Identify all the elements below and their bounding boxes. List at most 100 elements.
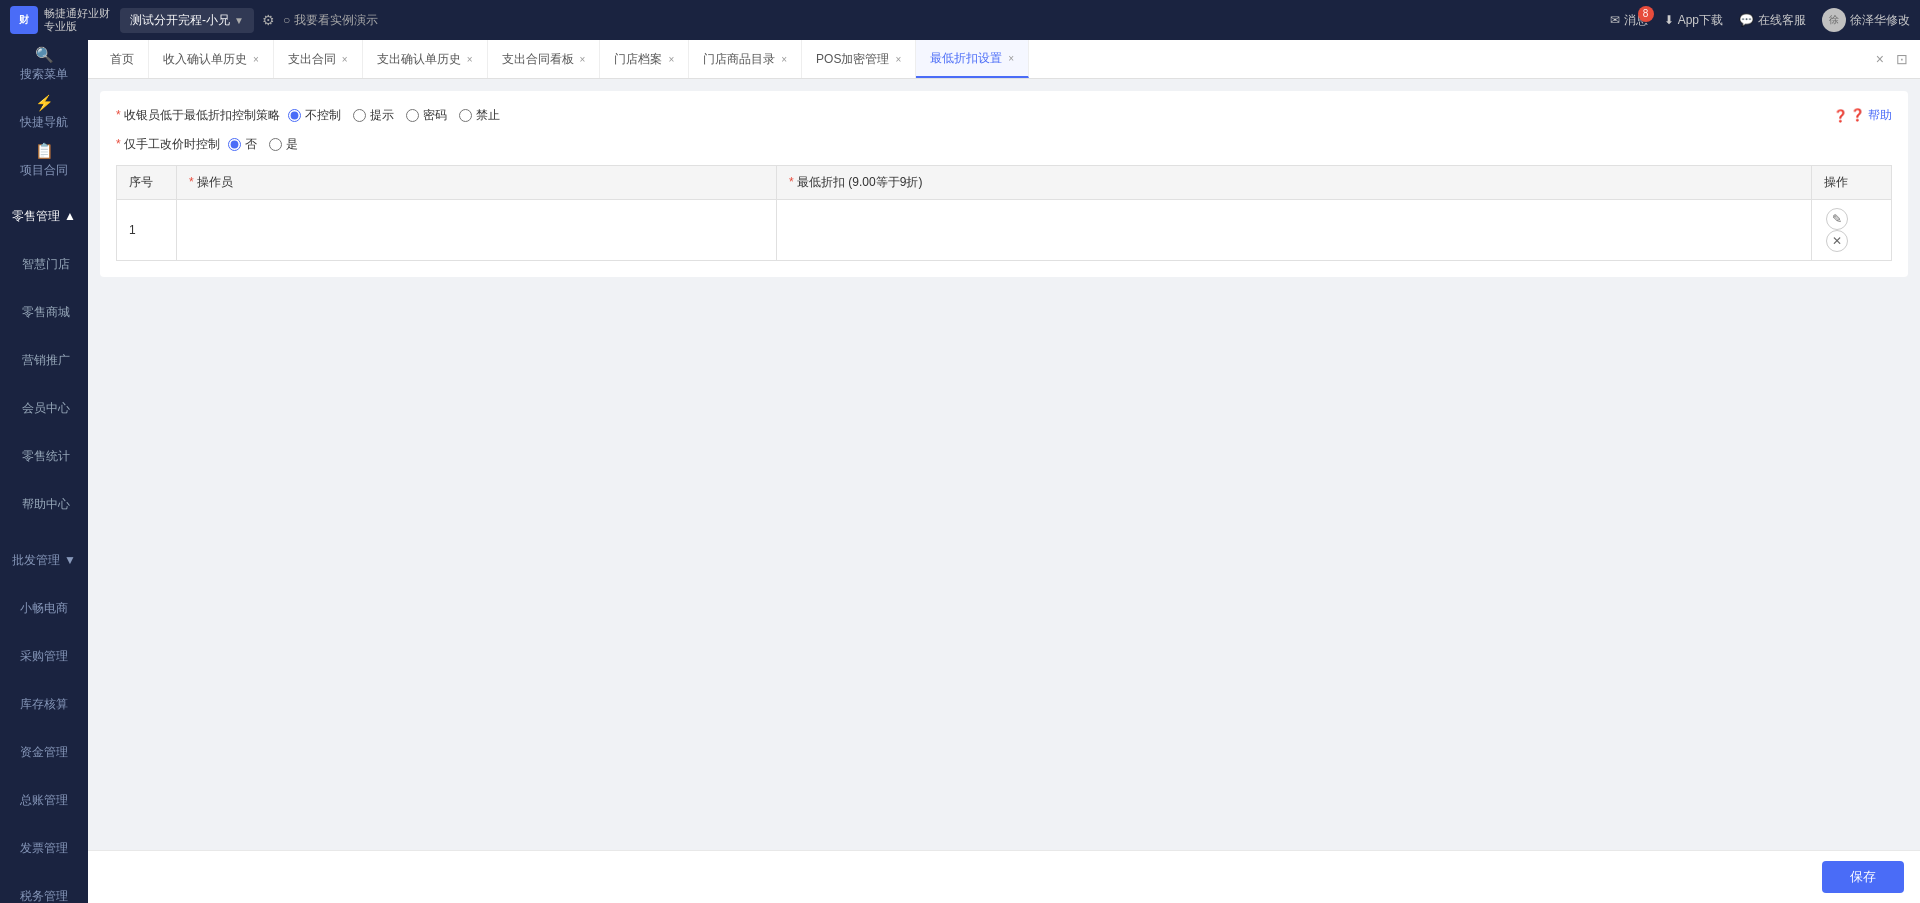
radio-hint[interactable]: 提示 xyxy=(353,107,394,124)
sidebar-item-retail[interactable]: 零售管理 ▲ xyxy=(0,192,88,240)
close-icon[interactable]: × xyxy=(467,54,473,65)
radio-forbid[interactable]: 禁止 xyxy=(459,107,500,124)
app-download-button[interactable]: ⬇ App下载 xyxy=(1664,12,1723,29)
tab-income-history-label: 收入确认单历史 xyxy=(163,51,247,68)
sidebar-item-project-label: 项目合同 xyxy=(20,162,68,179)
close-icon[interactable]: × xyxy=(342,54,348,65)
sidebar-item-search[interactable]: 🔍 搜索菜单 xyxy=(0,40,88,88)
sidebar-item-help[interactable]: 帮助中心 xyxy=(0,480,88,528)
sidebar-item-shortcut-label: 快捷导航 xyxy=(20,114,68,131)
sidebar-item-wholesale[interactable]: 批发管理 ▼ xyxy=(0,536,88,584)
demo-link-icon: ○ xyxy=(283,13,290,27)
sidebar-item-smart-store[interactable]: 智慧门店 xyxy=(0,240,88,288)
save-button[interactable]: 保存 xyxy=(1822,861,1904,893)
field1-label: 收银员低于最低折扣控制策略 xyxy=(116,107,280,124)
topbar-center: 测试分开完程-小兄 ▼ ⚙ ○ 我要看实例演示 xyxy=(120,8,1600,33)
radio-password-label: 密码 xyxy=(423,107,447,124)
sidebar-item-member-label: 会员中心 xyxy=(22,400,70,417)
close-icon[interactable]: × xyxy=(781,54,787,65)
tab-income-history[interactable]: 收入确认单历史 × xyxy=(149,40,274,78)
close-icon[interactable]: × xyxy=(895,54,901,65)
tab-contract-view[interactable]: 支出合同看板 × xyxy=(488,40,601,78)
sidebar-item-retail-mall[interactable]: 零售商城 xyxy=(0,288,88,336)
tab-min-discount-label: 最低折扣设置 xyxy=(930,50,1002,67)
cell-seq: 1 xyxy=(117,200,177,261)
form-row-1: 收银员低于最低折扣控制策略 不控制 提示 密码 xyxy=(116,107,1892,124)
close-icon[interactable]: × xyxy=(253,54,259,65)
user-menu[interactable]: 徐 徐泽华修改 xyxy=(1822,8,1910,32)
page-content: 收银员低于最低折扣控制策略 不控制 提示 密码 xyxy=(88,79,1920,850)
edit-row-button[interactable]: ✎ xyxy=(1826,208,1848,230)
messages-badge: 8 xyxy=(1638,6,1654,22)
sidebar-item-marketing[interactable]: 营销推广 xyxy=(0,336,88,384)
sidebar-item-funds[interactable]: 资金管理 xyxy=(0,728,88,776)
tab-min-discount[interactable]: 最低折扣设置 × xyxy=(916,40,1029,78)
main-layout: 🔍 搜索菜单 ⚡ 快捷导航 📋 项目合同 零售管理 ▲ 智慧门店 零售商城 营销… xyxy=(0,40,1920,903)
tab-pos-password-label: POS加密管理 xyxy=(816,51,889,68)
sidebar-item-purchase[interactable]: 采购管理 xyxy=(0,632,88,680)
tab-store-file[interactable]: 门店档案 × xyxy=(600,40,689,78)
app-edition: 专业版 xyxy=(44,20,110,33)
sidebar-item-smart-store-label: 智慧门店 xyxy=(22,256,70,273)
tab-contract[interactable]: 支出合同 × xyxy=(274,40,363,78)
radio-no[interactable]: 否 xyxy=(228,136,257,153)
sidebar-item-tax[interactable]: 税务管理 xyxy=(0,872,88,903)
cell-operator xyxy=(177,200,777,261)
tab-payout-history-label: 支出确认单历史 xyxy=(377,51,461,68)
sidebar-item-inventory[interactable]: 库存核算 xyxy=(0,680,88,728)
project-selector[interactable]: 测试分开完程-小兄 ▼ xyxy=(120,8,254,33)
app-name: 畅捷通好业财 xyxy=(44,7,110,20)
tab-pos-password[interactable]: POS加密管理 × xyxy=(802,40,916,78)
radio-yes[interactable]: 是 xyxy=(269,136,298,153)
sidebar-item-inventory-label: 库存核算 xyxy=(20,696,68,713)
sidebar-item-retail-mall-label: 零售商城 xyxy=(22,304,70,321)
messages-button[interactable]: ✉ 消息 8 xyxy=(1610,12,1648,29)
sidebar-item-purchase-label: 采购管理 xyxy=(20,648,68,665)
sidebar: 🔍 搜索菜单 ⚡ 快捷导航 📋 项目合同 零售管理 ▲ 智慧门店 零售商城 营销… xyxy=(0,40,88,903)
sidebar-item-ecommerce[interactable]: 小畅电商 xyxy=(0,584,88,632)
message-icon: ✉ xyxy=(1610,13,1620,27)
tab-contract-view-label: 支出合同看板 xyxy=(502,51,574,68)
close-icon[interactable]: × xyxy=(668,54,674,65)
form-row-2: 仅手工改价时控制 否 是 xyxy=(116,136,1892,153)
sidebar-item-funds-label: 资金管理 xyxy=(20,744,68,761)
app-logo: 财 畅捷通好业财 专业版 xyxy=(10,6,110,34)
delete-row-button[interactable]: ✕ xyxy=(1826,230,1848,252)
sidebar-item-wholesale-label: 批发管理 xyxy=(12,552,60,569)
tab-store-goods[interactable]: 门店商品目录 × xyxy=(689,40,802,78)
sidebar-item-ledger-label: 总账管理 xyxy=(20,792,68,809)
sidebar-item-member[interactable]: 会员中心 xyxy=(0,384,88,432)
tab-home[interactable]: 首页 xyxy=(96,40,149,78)
sidebar-item-project[interactable]: 📋 项目合同 xyxy=(0,136,88,184)
field1-radio-group: 不控制 提示 密码 禁止 xyxy=(288,107,500,124)
help-label: ❓ 帮助 xyxy=(1850,107,1892,124)
user-name: 徐泽华修改 xyxy=(1850,12,1910,29)
tab-home-label: 首页 xyxy=(110,51,134,68)
sidebar-item-retail-stat[interactable]: 零售统计 xyxy=(0,432,88,480)
sidebar-item-ledger[interactable]: 总账管理 xyxy=(0,776,88,824)
table-row: 1 ✎ ✕ xyxy=(117,200,1892,261)
maximize-tab-button[interactable]: ⊡ xyxy=(1892,47,1912,71)
help-link[interactable]: ❓ ❓ 帮助 xyxy=(1833,107,1892,124)
app-download-label: App下载 xyxy=(1678,12,1723,29)
tab-contract-label: 支出合同 xyxy=(288,51,336,68)
online-service-button[interactable]: 💬 在线客服 xyxy=(1739,12,1806,29)
radio-password[interactable]: 密码 xyxy=(406,107,447,124)
online-service-label: 在线客服 xyxy=(1758,12,1806,29)
sidebar-item-shortcut[interactable]: ⚡ 快捷导航 xyxy=(0,88,88,136)
wholesale-arrow-icon: ▼ xyxy=(64,553,76,567)
logo-icon: 财 xyxy=(10,6,38,34)
download-icon: ⬇ xyxy=(1664,13,1674,27)
settings-icon[interactable]: ⚙ xyxy=(262,12,275,28)
close-icon[interactable]: × xyxy=(580,54,586,65)
demo-link[interactable]: ○ 我要看实例演示 xyxy=(283,12,378,29)
tab-bar: 首页 收入确认单历史 × 支出合同 × 支出确认单历史 × 支出合同看板 × 门… xyxy=(88,40,1920,79)
radio-no-control-label: 不控制 xyxy=(305,107,341,124)
close-icon[interactable]: × xyxy=(1008,53,1014,64)
sidebar-item-invoice[interactable]: 发票管理 xyxy=(0,824,88,872)
close-tab-button[interactable]: × xyxy=(1872,47,1888,71)
tab-payout-history[interactable]: 支出确认单历史 × xyxy=(363,40,488,78)
col-min-discount: 最低折扣 (9.00等于9折) xyxy=(777,166,1812,200)
radio-no-control[interactable]: 不控制 xyxy=(288,107,341,124)
sidebar-item-invoice-label: 发票管理 xyxy=(20,840,68,857)
